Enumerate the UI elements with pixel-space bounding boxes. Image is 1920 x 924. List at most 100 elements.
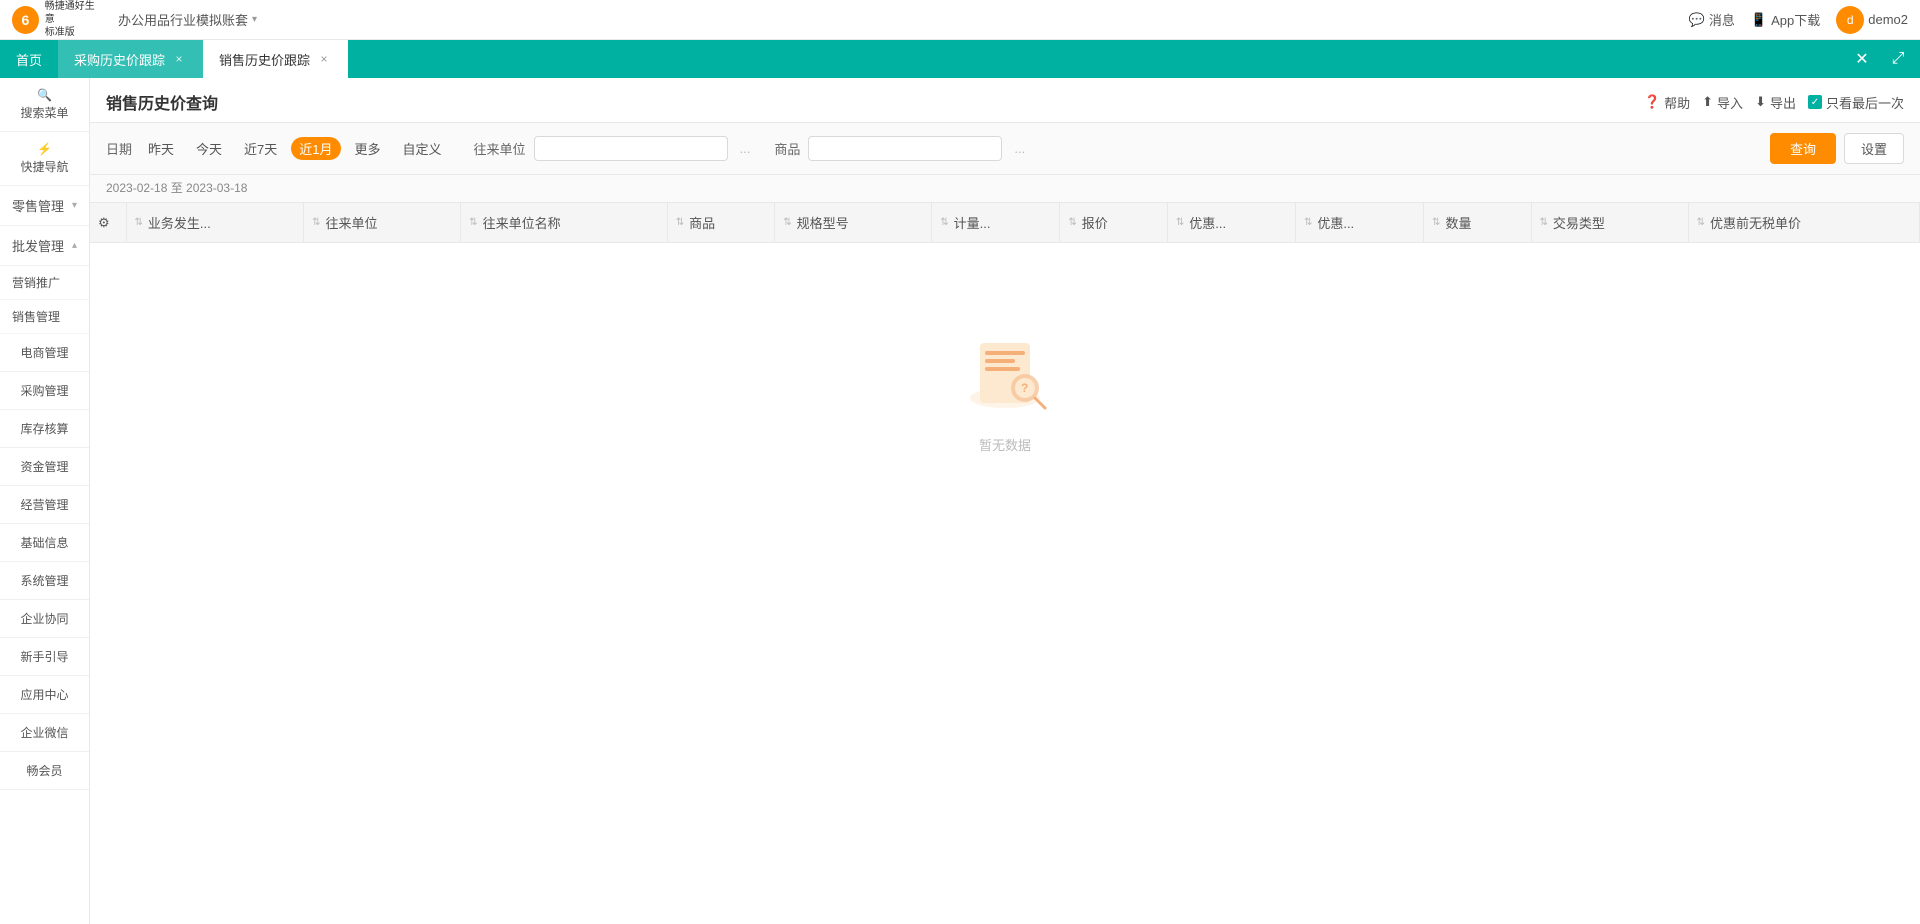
th-product[interactable]: ⇅ 商品 bbox=[667, 203, 774, 243]
logo-text: 畅捷通好生意 标准版 bbox=[45, 0, 102, 39]
sidebar-item-finance[interactable]: 资金管理 bbox=[0, 448, 89, 486]
sidebar-basic-label: 基础信息 bbox=[20, 534, 68, 551]
partner-filter-group: 往来单位 ... bbox=[474, 136, 751, 161]
sidebar-item-basic[interactable]: 基础信息 bbox=[0, 524, 89, 562]
export-btn[interactable]: ⬇ 导出 bbox=[1755, 93, 1796, 112]
sidebar-ops-label: 经营管理 bbox=[20, 496, 68, 513]
sidebar-item-quicknav[interactable]: ⚡ 快捷导航 bbox=[0, 132, 89, 186]
sidebar-item-search[interactable]: 🔍 搜索菜单 bbox=[0, 78, 89, 132]
sidebar-ecom-label: 电商管理 bbox=[20, 344, 68, 361]
sidebar-wechat-label: 企业微信 bbox=[20, 724, 68, 741]
th-price[interactable]: ⇅ 报价 bbox=[1060, 203, 1167, 243]
import-btn[interactable]: ⬆ 导入 bbox=[1702, 93, 1743, 112]
top-bar: 6 畅捷通好生意 标准版 办公用品行业模拟账套 ▾ 💬 消息 📱 App下载 d… bbox=[0, 0, 1920, 40]
import-icon: ⬆ bbox=[1702, 94, 1713, 110]
sidebar-item-newbie[interactable]: 新手引导 bbox=[0, 638, 89, 676]
sidebar-item-wechat[interactable]: 企业微信 bbox=[0, 714, 89, 752]
sidebar-item-sales-mgmt[interactable]: 销售管理 bbox=[0, 300, 89, 334]
sidebar-retail-label: 零售管理 bbox=[12, 196, 64, 215]
sidebar-item-apps[interactable]: 应用中心 bbox=[0, 676, 89, 714]
chevron-down-icon: ▾ bbox=[252, 14, 257, 25]
help-btn[interactable]: ❓ 帮助 bbox=[1644, 93, 1690, 112]
tab-home-label: 首页 bbox=[16, 50, 42, 69]
th-partner-name[interactable]: ⇅ 往来单位名称 bbox=[461, 203, 668, 243]
date-tab-custom[interactable]: 自定义 bbox=[395, 137, 450, 160]
app-selector-label: 办公用品行业模拟账套 bbox=[118, 10, 248, 29]
search-icon: 🔍 bbox=[37, 88, 52, 102]
only-last-checkbox-area[interactable]: ✓ 只看最后一次 bbox=[1808, 93, 1904, 112]
quicknav-icon: ⚡ bbox=[37, 142, 52, 156]
th-gear[interactable]: ⚙ bbox=[90, 203, 126, 243]
table-header: ⚙ ⇅ 业务发生... ⇅ 往来单位 bbox=[90, 203, 1920, 243]
user-area[interactable]: d demo2 bbox=[1836, 6, 1908, 34]
wholesale-arrow-icon: ▴ bbox=[72, 240, 77, 251]
sort-icon-partner-code: ⇅ bbox=[312, 217, 320, 228]
main-layout: 🔍 搜索菜单 ⚡ 快捷导航 零售管理 ▾ 批发管理 ▴ 营销推广 销售管理 电商… bbox=[0, 78, 1920, 924]
sidebar: 🔍 搜索菜单 ⚡ 快捷导航 零售管理 ▾ 批发管理 ▴ 营销推广 销售管理 电商… bbox=[0, 78, 90, 924]
date-tab-7days[interactable]: 近7天 bbox=[236, 137, 285, 160]
product-label: 商品 bbox=[774, 139, 800, 158]
table-header-row: ⚙ ⇅ 业务发生... ⇅ 往来单位 bbox=[90, 203, 1920, 243]
sidebar-system-label: 系统管理 bbox=[20, 572, 68, 589]
empty-state: ? 暂无数据 bbox=[90, 243, 1920, 534]
partner-label: 往来单位 bbox=[474, 139, 526, 158]
close-tab-btn[interactable]: ✕ bbox=[1848, 45, 1876, 73]
tab-purchase-label: 采购历史价跟踪 bbox=[74, 50, 165, 69]
query-button[interactable]: 查询 bbox=[1770, 133, 1836, 164]
sidebar-item-vip[interactable]: 畅会员 bbox=[0, 752, 89, 790]
sidebar-item-wholesale[interactable]: 批发管理 ▴ bbox=[0, 226, 89, 266]
retail-arrow-icon: ▾ bbox=[72, 200, 77, 211]
date-tabs: 昨天 今天 近7天 近1月 更多 自定义 bbox=[140, 137, 450, 160]
sidebar-quicknav-label: 快捷导航 bbox=[20, 158, 68, 175]
tab-purchase-close[interactable]: × bbox=[171, 51, 187, 67]
table-wrapper[interactable]: ⚙ ⇅ 业务发生... ⇅ 往来单位 bbox=[90, 203, 1920, 924]
sidebar-item-ecom[interactable]: 电商管理 bbox=[0, 334, 89, 372]
sidebar-item-inventory[interactable]: 库存核算 bbox=[0, 410, 89, 448]
date-tab-1month[interactable]: 近1月 bbox=[291, 137, 340, 160]
tab-sales-label: 销售历史价跟踪 bbox=[219, 50, 310, 69]
th-trade-type[interactable]: ⇅ 交易类型 bbox=[1531, 203, 1688, 243]
th-discount2[interactable]: ⇅ 优惠... bbox=[1295, 203, 1423, 243]
product-input[interactable] bbox=[808, 136, 1002, 161]
only-last-checkbox[interactable]: ✓ bbox=[1808, 95, 1822, 109]
sidebar-item-marketing[interactable]: 营销推广 bbox=[0, 266, 89, 300]
maximize-btn[interactable]: ⤢ bbox=[1884, 45, 1912, 73]
sidebar-item-ops[interactable]: 经营管理 bbox=[0, 486, 89, 524]
th-partner-code[interactable]: ⇅ 往来单位 bbox=[304, 203, 461, 243]
th-qty[interactable]: ⇅ 数量 bbox=[1424, 203, 1531, 243]
data-table: ⚙ ⇅ 业务发生... ⇅ 往来单位 bbox=[90, 203, 1920, 243]
sidebar-item-corp[interactable]: 企业协同 bbox=[0, 600, 89, 638]
th-discount1[interactable]: ⇅ 优惠... bbox=[1167, 203, 1295, 243]
th-spec[interactable]: ⇅ 规格型号 bbox=[775, 203, 932, 243]
sidebar-item-retail[interactable]: 零售管理 ▾ bbox=[0, 186, 89, 226]
message-action[interactable]: 💬 消息 bbox=[1689, 10, 1735, 29]
tab-sales[interactable]: 销售历史价跟踪 × bbox=[203, 40, 348, 78]
top-bar-right: 💬 消息 📱 App下载 d demo2 bbox=[1689, 6, 1908, 34]
sort-icon-biz-date: ⇅ bbox=[135, 217, 143, 228]
date-tab-yesterday[interactable]: 昨天 bbox=[140, 137, 182, 160]
app-selector[interactable]: 办公用品行业模拟账套 ▾ bbox=[110, 6, 265, 33]
sidebar-wholesale-label: 批发管理 bbox=[12, 236, 64, 255]
sidebar-inventory-label: 库存核算 bbox=[20, 420, 68, 437]
product-dots: ... bbox=[1014, 141, 1025, 156]
settings-button[interactable]: 设置 bbox=[1844, 133, 1904, 164]
date-tab-more[interactable]: 更多 bbox=[347, 137, 389, 160]
help-icon: ❓ bbox=[1644, 94, 1660, 110]
logo-area: 6 畅捷通好生意 标准版 bbox=[12, 0, 102, 39]
svg-text:?: ? bbox=[1021, 381, 1028, 395]
app-download-action[interactable]: 📱 App下载 bbox=[1751, 10, 1820, 29]
th-unit[interactable]: ⇅ 计量... bbox=[932, 203, 1060, 243]
tab-purchase[interactable]: 采购历史价跟踪 × bbox=[58, 40, 203, 78]
sidebar-item-system[interactable]: 系统管理 bbox=[0, 562, 89, 600]
sidebar-item-purchase[interactable]: 采购管理 bbox=[0, 372, 89, 410]
tab-home[interactable]: 首页 bbox=[0, 40, 58, 78]
tab-sales-close[interactable]: × bbox=[316, 51, 332, 67]
page-actions: ❓ 帮助 ⬆ 导入 ⬇ 导出 ✓ 只看最后一次 bbox=[1644, 93, 1904, 112]
th-biz-date[interactable]: ⇅ 业务发生... bbox=[126, 203, 304, 243]
empty-text: 暂无数据 bbox=[979, 435, 1031, 454]
date-tab-today[interactable]: 今天 bbox=[188, 137, 230, 160]
sort-icon-spec: ⇅ bbox=[783, 217, 791, 228]
partner-input[interactable] bbox=[534, 136, 728, 161]
sidebar-marketing-label: 营销推广 bbox=[12, 274, 60, 291]
th-pretax-price[interactable]: ⇅ 优惠前无税单价 bbox=[1688, 203, 1919, 243]
